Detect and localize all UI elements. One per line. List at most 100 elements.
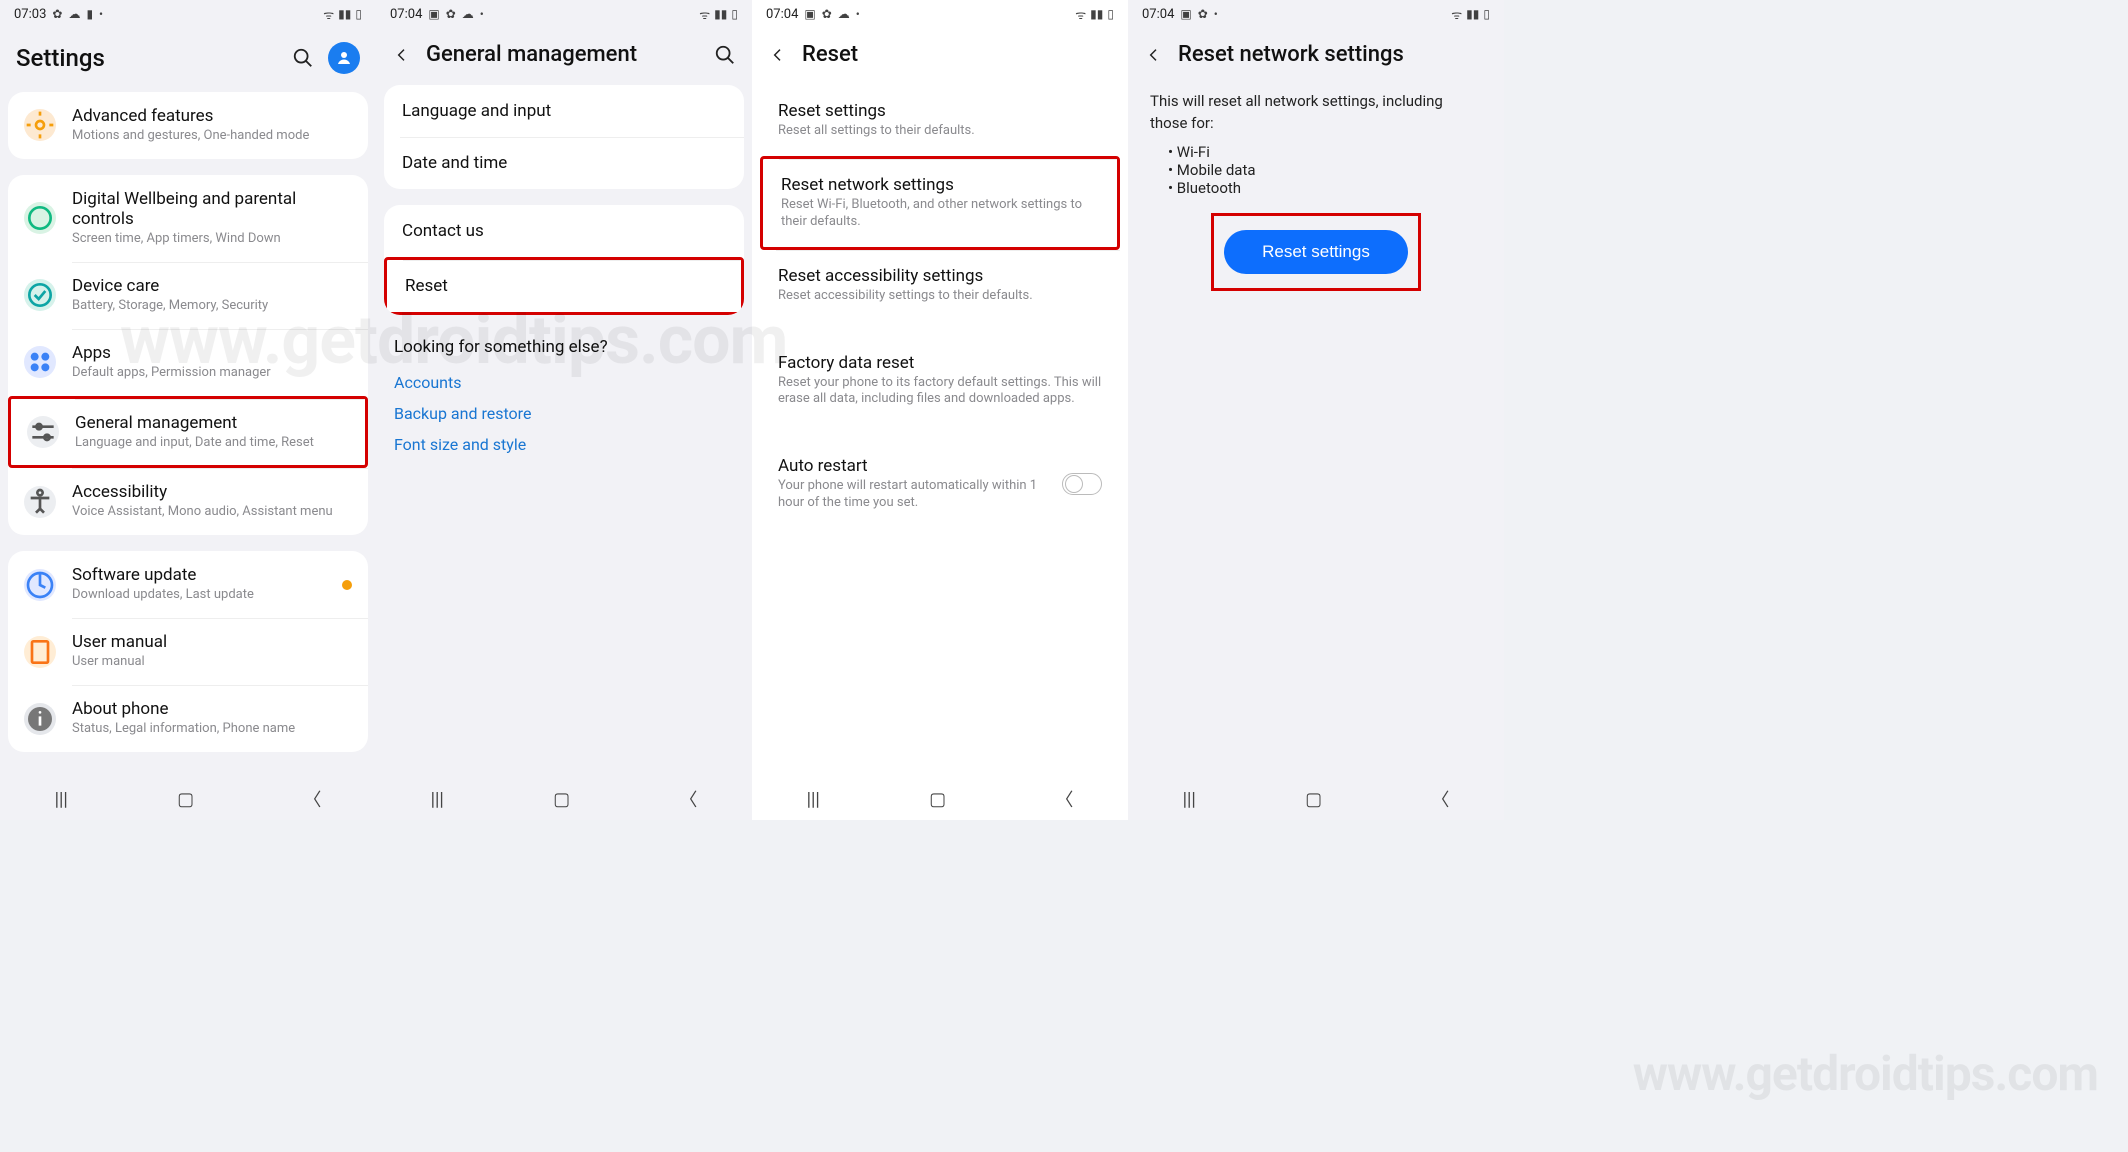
row-factory-data-reset[interactable]: Factory data resetReset your phone to it… [760, 337, 1120, 425]
row-sub: Status, Legal information, Phone name [72, 721, 352, 738]
row-contact-us[interactable]: Contact us [384, 205, 744, 257]
nav-bar: ||| ▢ 〈 [376, 778, 752, 820]
cloud-icon: ☁ [462, 7, 474, 21]
row-label: Software update [72, 565, 326, 585]
row-auto-restart[interactable]: Auto restartYour phone will restart auto… [760, 440, 1120, 528]
row-advanced-features[interactable]: Advanced features Motions and gestures, … [8, 92, 368, 159]
wifi-icon: ᯤ [1451, 6, 1462, 23]
nav-bar: ||| ▢ 〈 [0, 778, 376, 820]
row-label: User manual [72, 632, 352, 652]
status-bar: 07:04▣✿☁• ᯤ▮▮▯ [752, 0, 1128, 28]
image-icon: ▣ [428, 7, 439, 21]
row-date-time[interactable]: Date and time [384, 137, 744, 189]
link-accounts[interactable]: Accounts [394, 367, 734, 398]
nav-bar: ||| ▢ 〈 [752, 778, 1128, 820]
nav-recent[interactable]: ||| [431, 789, 444, 810]
watermark-text: www.getdroidtips.com [1633, 1045, 2098, 1102]
row-label: Accessibility [72, 482, 352, 502]
sliders-icon [27, 416, 59, 448]
nav-home[interactable]: ▢ [1305, 789, 1322, 810]
nav-bar: ||| ▢ 〈 [1128, 778, 1504, 820]
row-reset-network-settings[interactable]: Reset network settingsReset Wi-Fi, Bluet… [760, 156, 1120, 250]
row-sub: User manual [72, 654, 352, 671]
row-sub: Your phone will restart automatically wi… [778, 478, 1046, 512]
row-sub: Reset all settings to their defaults. [778, 123, 1102, 140]
clock: 07:04 [1142, 7, 1174, 22]
row-accessibility[interactable]: AccessibilityVoice Assistant, Mono audio… [8, 468, 368, 535]
search-icon[interactable] [714, 44, 736, 66]
suggestions: Looking for something else? Accounts Bac… [376, 323, 752, 478]
dot-icon: • [480, 7, 484, 21]
nav-recent[interactable]: ||| [55, 789, 68, 810]
row-sub: Download updates, Last update [72, 587, 326, 604]
back-icon[interactable] [392, 45, 412, 65]
back-icon[interactable] [768, 45, 788, 65]
clock: 07:04 [390, 7, 422, 22]
nav-back[interactable]: 〈 [303, 786, 321, 812]
dot-icon: • [856, 7, 860, 21]
profile-avatar[interactable] [328, 42, 360, 74]
screen-reset-network: 07:04▣✿• ᯤ▮▮▯ Reset network settings Thi… [1128, 0, 1504, 820]
advanced-icon [24, 109, 56, 141]
row-digital-wellbeing[interactable]: Digital Wellbeing and parental controlsS… [8, 175, 368, 262]
nav-home[interactable]: ▢ [177, 789, 194, 810]
row-software-update[interactable]: Software update Download updates, Last up… [8, 551, 368, 618]
page-title: Reset network settings [1178, 42, 1488, 67]
row-about-phone[interactable]: About phoneStatus, Legal information, Ph… [8, 685, 368, 752]
status-bar: 07:04▣✿☁• ᯤ▮▮▯ [376, 0, 752, 28]
row-label: Language and input [402, 101, 726, 121]
screen-settings: 07:03 ✿ ☁ ▮ • ᯤ ▮▮ ▯ Settings Advanced f… [0, 0, 376, 820]
gear-icon: ✿ [52, 7, 62, 21]
settings-group-3: Software update Download updates, Last up… [8, 551, 368, 752]
clock: 07:03 [14, 7, 46, 22]
reset-button-highlight: Reset settings [1211, 213, 1421, 291]
nav-recent[interactable]: ||| [1183, 789, 1196, 810]
signal-icon: ▮▮ [338, 7, 351, 21]
row-label: Device care [72, 276, 352, 296]
wellbeing-icon [24, 202, 56, 234]
auto-restart-toggle[interactable] [1062, 473, 1102, 495]
battery-icon: ▯ [355, 7, 362, 21]
nav-home[interactable]: ▢ [929, 789, 946, 810]
back-icon[interactable] [1144, 45, 1164, 65]
apps-icon [24, 346, 56, 378]
cloud-icon: ☁ [68, 7, 80, 21]
row-general-management[interactable]: General managementLanguage and input, Da… [8, 396, 368, 469]
row-user-manual[interactable]: User manual User manual [8, 618, 368, 685]
clock: 07:04 [766, 7, 798, 22]
search-icon[interactable] [292, 47, 314, 69]
gear-icon: ✿ [446, 7, 456, 21]
signal-icon: ▮▮ [1466, 7, 1479, 21]
manual-icon [24, 636, 56, 668]
nav-back[interactable]: 〈 [1055, 786, 1073, 812]
screen-general-management: 07:04▣✿☁• ᯤ▮▮▯ General management Langua… [376, 0, 752, 820]
accessibility-icon [24, 486, 56, 518]
reset-group-2: Factory data resetReset your phone to it… [760, 337, 1120, 425]
row-sub: Reset Wi-Fi, Bluetooth, and other networ… [781, 197, 1099, 231]
link-backup-restore[interactable]: Backup and restore [394, 398, 734, 429]
row-reset-accessibility[interactable]: Reset accessibility settingsReset access… [760, 250, 1120, 321]
image-icon: ▣ [804, 7, 815, 21]
nav-back[interactable]: 〈 [679, 786, 697, 812]
info-icon [24, 703, 56, 735]
row-apps[interactable]: AppsDefault apps, Permission manager [8, 329, 368, 396]
battery-icon: ▯ [1107, 7, 1114, 21]
page-title: Reset [802, 42, 1112, 67]
row-label: Contact us [402, 221, 726, 241]
nav-home[interactable]: ▢ [553, 789, 570, 810]
battery-icon: ▯ [1483, 7, 1490, 21]
gear-icon: ✿ [1198, 7, 1208, 21]
nav-recent[interactable]: ||| [807, 789, 820, 810]
bullet-bluetooth: Bluetooth [1168, 179, 1476, 197]
nav-back[interactable]: 〈 [1431, 786, 1449, 812]
row-device-care[interactable]: Device care Battery, Storage, Memory, Sec… [8, 262, 368, 329]
row-reset-settings[interactable]: Reset settingsReset all settings to thei… [760, 85, 1120, 156]
reset-group-1: Reset settingsReset all settings to thei… [760, 85, 1120, 321]
row-language-input[interactable]: Language and input [384, 85, 744, 137]
row-sub: Language and input, Date and time, Reset [75, 435, 349, 452]
settings-group-1: Advanced features Motions and gestures, … [8, 92, 368, 159]
row-reset[interactable]: Reset [384, 257, 744, 315]
link-font-size-style[interactable]: Font size and style [394, 429, 734, 460]
reset-settings-button[interactable]: Reset settings [1224, 230, 1408, 274]
row-sub: Battery, Storage, Memory, Security [72, 298, 352, 315]
